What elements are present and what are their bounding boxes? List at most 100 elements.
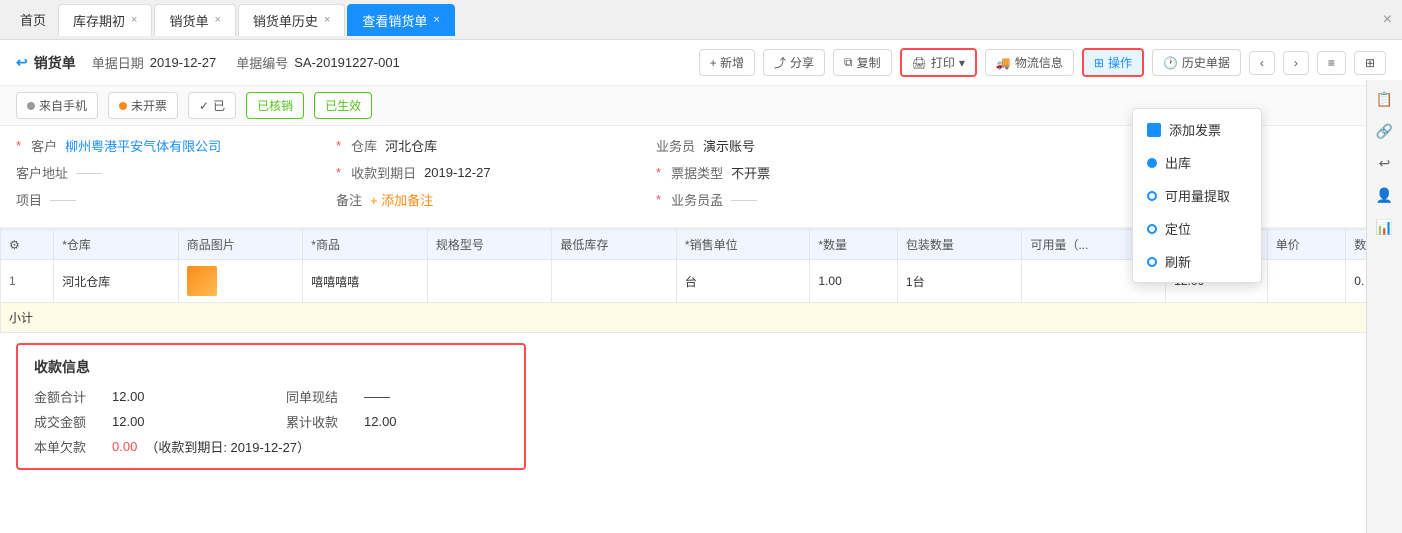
dropdown-add-invoice[interactable]: 添加发票 (1133, 113, 1261, 146)
doc-date-label: 单据日期 (92, 53, 144, 72)
project-label: 项目 (16, 190, 42, 209)
row-unit: 台 (676, 260, 809, 303)
addr-value: —— (76, 165, 102, 180)
grid-view-button[interactable]: ⊞ (1354, 51, 1386, 75)
operate-label: 操作 (1108, 54, 1132, 71)
right-icon-clipboard[interactable]: 📋 (1370, 84, 1400, 114)
list-view-button[interactable]: ≡ (1317, 51, 1346, 75)
same-order-value: —— (364, 389, 390, 404)
owed-value: 0.00 (112, 439, 137, 454)
locate-icon (1147, 224, 1157, 234)
col-min-stock: 最低库存 (552, 230, 677, 260)
tab-view-sales-label: 查看销货单 (362, 11, 427, 30)
tab-sales-order-close[interactable]: × (214, 14, 220, 26)
already-sold-button[interactable]: 已核销 (246, 92, 304, 119)
tab-inventory-init-close[interactable]: × (131, 14, 137, 26)
history-icon: 🕐 (1163, 56, 1178, 70)
available-qty-icon (1147, 191, 1157, 201)
deal-amount-value: 12.00 (112, 414, 145, 429)
payment-section: 收款信息 金额合计 12.00 同单现结 —— 成交金额 12.00 累计收款 … (16, 343, 526, 470)
product-image (187, 266, 217, 296)
print-dropdown-icon: ▾ (959, 56, 965, 70)
doc-date-value: 2019-12-27 (150, 55, 217, 70)
owed-label: 本单欠款 (34, 437, 104, 456)
toolbar: + 新增 ⤴ 分享 ⧉ 复制 🖨 打印 ▾ 🚚 物流信息 ⊞ 操作 (699, 48, 1386, 77)
new-button[interactable]: + 新增 (699, 49, 755, 76)
not-open-button[interactable]: 未开票 (108, 92, 178, 119)
tab-view-sales-close[interactable]: × (433, 14, 439, 26)
same-order-row: 同单现结 —— (286, 387, 508, 406)
warehouse-field: * 仓库 河北仓库 (336, 136, 616, 155)
tab-home[interactable]: 首页 (10, 4, 56, 35)
logistics-icon: 🚚 (996, 56, 1011, 70)
print-button[interactable]: 🖨 打印 ▾ (900, 48, 977, 77)
copy-label: 复制 (857, 54, 881, 71)
right-icon-link[interactable]: 🔗 (1370, 116, 1400, 146)
mobile-dot (27, 102, 35, 110)
ship-label: 出库 (1165, 153, 1191, 172)
same-order-label: 同单现结 (286, 387, 356, 406)
tab-view-sales[interactable]: 查看销货单 × (347, 4, 454, 36)
tab-inventory-init-label: 库存期初 (73, 11, 125, 30)
locate-label: 定位 (1165, 219, 1191, 238)
prev-button[interactable]: ‹ (1249, 51, 1275, 75)
owed-row: 本单欠款 0.00 （收款到期日: 2019-12-27） (34, 437, 508, 456)
row-unit-price (1267, 260, 1346, 303)
dropdown-locate[interactable]: 定位 (1133, 212, 1261, 245)
copy-button[interactable]: ⧉ 复制 (833, 49, 892, 76)
payment-grid: 金额合计 12.00 同单现结 —— 成交金额 12.00 累计收款 12.00… (34, 387, 508, 456)
dropdown-refresh[interactable]: 刷新 (1133, 245, 1261, 278)
tab-sales-order-label: 销货单 (169, 11, 208, 30)
operate-dropdown: 添加发票 出库 可用量提取 定位 刷新 (1132, 108, 1262, 283)
total-row: 金额合计 12.00 (34, 387, 256, 406)
subtotal-label: 小计 (1, 303, 1402, 333)
deal-amount-label: 成交金额 (34, 412, 104, 431)
doc-title-icon: ↩ (16, 54, 28, 71)
available-qty-label: 可用量提取 (1165, 186, 1230, 205)
from-mobile-button[interactable]: 来自手机 (16, 92, 98, 119)
dropdown-ship[interactable]: 出库 (1133, 146, 1261, 179)
owed-note: （收款到期日: 2019-12-27） (145, 437, 310, 456)
dropdown-available-qty[interactable]: 可用量提取 (1133, 179, 1261, 212)
right-icons-panel: 📋 🔗 ↩ 👤 📊 ⛶ (1366, 80, 1402, 533)
tab-sales-history[interactable]: 销货单历史 × (238, 4, 345, 36)
warehouse-required: * (336, 138, 341, 153)
project-value: —— (50, 192, 76, 207)
col-spec: 规格型号 (427, 230, 552, 260)
tab-sales-history-close[interactable]: × (324, 14, 330, 26)
share-button[interactable]: ⤴ 分享 (763, 49, 825, 76)
row-pack-qty: 1台 (897, 260, 1022, 303)
customer-required: * (16, 138, 21, 153)
doc-meta: 单据日期 2019-12-27 单据编号 SA-20191227-001 (92, 53, 400, 72)
col-settings[interactable]: ⚙ (1, 230, 54, 260)
customer-value[interactable]: 柳州粤港平安气体有限公司 (65, 136, 221, 155)
cumulative-row: 累计收款 12.00 (286, 412, 508, 431)
next-button[interactable]: › (1283, 51, 1309, 75)
col-qty: *数量 (810, 230, 898, 260)
subtotal-row: 小计 (1, 303, 1402, 333)
total-value: 12.00 (112, 389, 145, 404)
addr-field: 客户地址 —— (16, 163, 296, 182)
staff-value: 演示账号 (703, 136, 755, 155)
window-close-button[interactable]: × (1383, 11, 1392, 29)
ticket-type-field: * 票据类型 不开票 (656, 163, 936, 182)
tab-inventory-init[interactable]: 库存期初 × (58, 4, 152, 36)
logistics-button[interactable]: 🚚 物流信息 (985, 49, 1074, 76)
right-icon-chart[interactable]: 📊 (1370, 212, 1400, 242)
history-button[interactable]: 🕐 历史单据 (1152, 49, 1241, 76)
tab-sales-order[interactable]: 销货单 × (154, 4, 235, 36)
right-icon-return[interactable]: ↩ (1370, 148, 1400, 178)
add-note-button[interactable]: + 添加备注 (370, 190, 433, 209)
already-effective-button[interactable]: 已生效 (314, 92, 372, 119)
operate-button[interactable]: ⊞ 操作 (1082, 48, 1144, 77)
project-field: 项目 —— (16, 190, 296, 209)
history-label: 历史单据 (1182, 54, 1230, 71)
doc-date-field: 单据日期 2019-12-27 (92, 53, 217, 72)
confirm-button[interactable]: ✓ 已 (188, 92, 236, 119)
doc-number-field: 单据编号 SA-20191227-001 (236, 53, 400, 72)
ticket-required: * (656, 165, 661, 180)
right-icon-user[interactable]: 👤 (1370, 180, 1400, 210)
col-product: *商品 (303, 230, 428, 260)
payment-date-label: 收款到期日 (351, 163, 416, 182)
warehouse-label: 仓库 (351, 136, 377, 155)
